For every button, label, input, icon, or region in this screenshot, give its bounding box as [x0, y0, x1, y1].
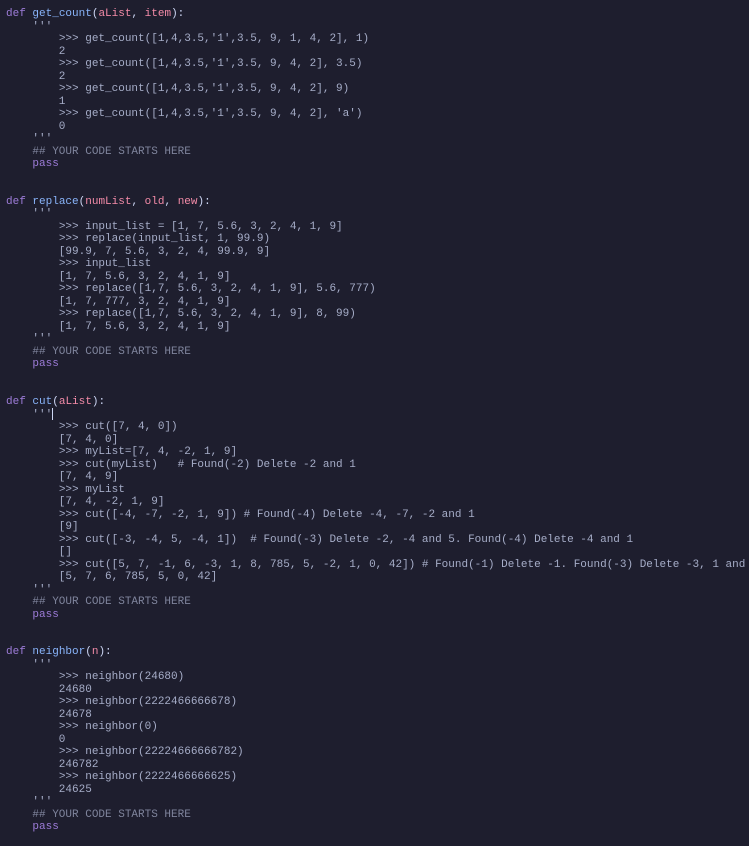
docstring-line[interactable]: [7, 4, 9] [6, 471, 743, 484]
docstring-line[interactable]: [5, 7, 6, 785, 5, 0, 42] [6, 571, 743, 584]
def-line[interactable]: def replace(numList, old, new): [6, 196, 743, 209]
blank-line[interactable] [6, 634, 743, 647]
blank-line[interactable] [6, 183, 743, 196]
pass-line[interactable]: pass [6, 821, 743, 834]
docstring-open[interactable]: ''' [6, 408, 743, 421]
docstring-line[interactable]: >>> cut([5, 7, -1, 6, -3, 1, 8, 785, 5, … [6, 559, 743, 572]
docstring-line[interactable]: >>> cut([7, 4, 0]) [6, 421, 743, 434]
docstring-line[interactable]: [1, 7, 5.6, 3, 2, 4, 1, 9] [6, 321, 743, 334]
docstring-close[interactable]: ''' [6, 796, 743, 809]
docstring-line[interactable]: >>> cut(myList) # Found(-2) Delete -2 an… [6, 459, 743, 472]
blank-line[interactable] [6, 621, 743, 634]
docstring-line[interactable]: 0 [6, 121, 743, 134]
docstring-close[interactable]: ''' [6, 333, 743, 346]
blank-line[interactable] [6, 171, 743, 184]
docstring-line[interactable]: >>> get_count([1,4,3.5,'1',3.5, 9, 1, 4,… [6, 33, 743, 46]
docstring-line[interactable]: >>> neighbor(2222466666678) [6, 696, 743, 709]
docstring-line[interactable]: >>> get_count([1,4,3.5,'1',3.5, 9, 4, 2]… [6, 108, 743, 121]
def-line[interactable]: def cut(aList): [6, 396, 743, 409]
docstring-line[interactable]: 24680 [6, 684, 743, 697]
docstring-line[interactable]: [9] [6, 521, 743, 534]
code-comment[interactable]: ## YOUR CODE STARTS HERE [6, 346, 743, 359]
code-comment[interactable]: ## YOUR CODE STARTS HERE [6, 596, 743, 609]
docstring-line[interactable]: >>> cut([-3, -4, 5, -4, 1]) # Found(-3) … [6, 534, 743, 547]
docstring-line[interactable]: >>> neighbor(2222466666625) [6, 771, 743, 784]
docstring-line[interactable]: [7, 4, -2, 1, 9] [6, 496, 743, 509]
docstring-line[interactable]: 2 [6, 46, 743, 59]
docstring-close[interactable]: ''' [6, 584, 743, 597]
docstring-line[interactable]: >>> input_list = [1, 7, 5.6, 3, 2, 4, 1,… [6, 221, 743, 234]
docstring-line[interactable]: >>> get_count([1,4,3.5,'1',3.5, 9, 4, 2]… [6, 58, 743, 71]
pass-line[interactable]: pass [6, 158, 743, 171]
code-comment[interactable]: ## YOUR CODE STARTS HERE [6, 809, 743, 822]
docstring-line[interactable]: [7, 4, 0] [6, 434, 743, 447]
docstring-line[interactable]: >>> get_count([1,4,3.5,'1',3.5, 9, 4, 2]… [6, 83, 743, 96]
docstring-line[interactable]: >>> neighbor(0) [6, 721, 743, 734]
docstring-line[interactable]: 24678 [6, 709, 743, 722]
blank-line[interactable] [6, 383, 743, 396]
docstring-line[interactable]: 0 [6, 734, 743, 747]
docstring-line[interactable]: [99.9, 7, 5.6, 3, 2, 4, 99.9, 9] [6, 246, 743, 259]
blank-line[interactable] [6, 371, 743, 384]
pass-line[interactable]: pass [6, 358, 743, 371]
docstring-line[interactable]: >>> myList [6, 484, 743, 497]
docstring-line[interactable]: [1, 7, 5.6, 3, 2, 4, 1, 9] [6, 271, 743, 284]
docstring-open[interactable]: ''' [6, 21, 743, 34]
docstring-line[interactable]: 1 [6, 96, 743, 109]
docstring-line[interactable]: 246782 [6, 759, 743, 772]
code-editor[interactable]: def get_count(aList, item): ''' >>> get_… [0, 0, 749, 846]
docstring-line[interactable]: >>> neighbor(22224666666782) [6, 746, 743, 759]
docstring-line[interactable]: >>> replace([1,7, 5.6, 3, 2, 4, 1, 9], 8… [6, 308, 743, 321]
docstring-line[interactable]: >>> myList=[7, 4, -2, 1, 9] [6, 446, 743, 459]
docstring-line[interactable]: 24625 [6, 784, 743, 797]
docstring-line[interactable]: >>> replace([1,7, 5.6, 3, 2, 4, 1, 9], 5… [6, 283, 743, 296]
docstring-close[interactable]: ''' [6, 133, 743, 146]
docstring-line[interactable]: [] [6, 546, 743, 559]
def-line[interactable]: def get_count(aList, item): [6, 8, 743, 21]
docstring-line[interactable]: 2 [6, 71, 743, 84]
docstring-line[interactable]: >>> cut([-4, -7, -2, 1, 9]) # Found(-4) … [6, 509, 743, 522]
docstring-line[interactable]: [1, 7, 777, 3, 2, 4, 1, 9] [6, 296, 743, 309]
docstring-line[interactable]: >>> neighbor(24680) [6, 671, 743, 684]
def-line[interactable]: def neighbor(n): [6, 646, 743, 659]
docstring-open[interactable]: ''' [6, 659, 743, 672]
docstring-open[interactable]: ''' [6, 208, 743, 221]
docstring-line[interactable]: >>> input_list [6, 258, 743, 271]
pass-line[interactable]: pass [6, 609, 743, 622]
docstring-line[interactable]: >>> replace(input_list, 1, 99.9) [6, 233, 743, 246]
code-comment[interactable]: ## YOUR CODE STARTS HERE [6, 146, 743, 159]
